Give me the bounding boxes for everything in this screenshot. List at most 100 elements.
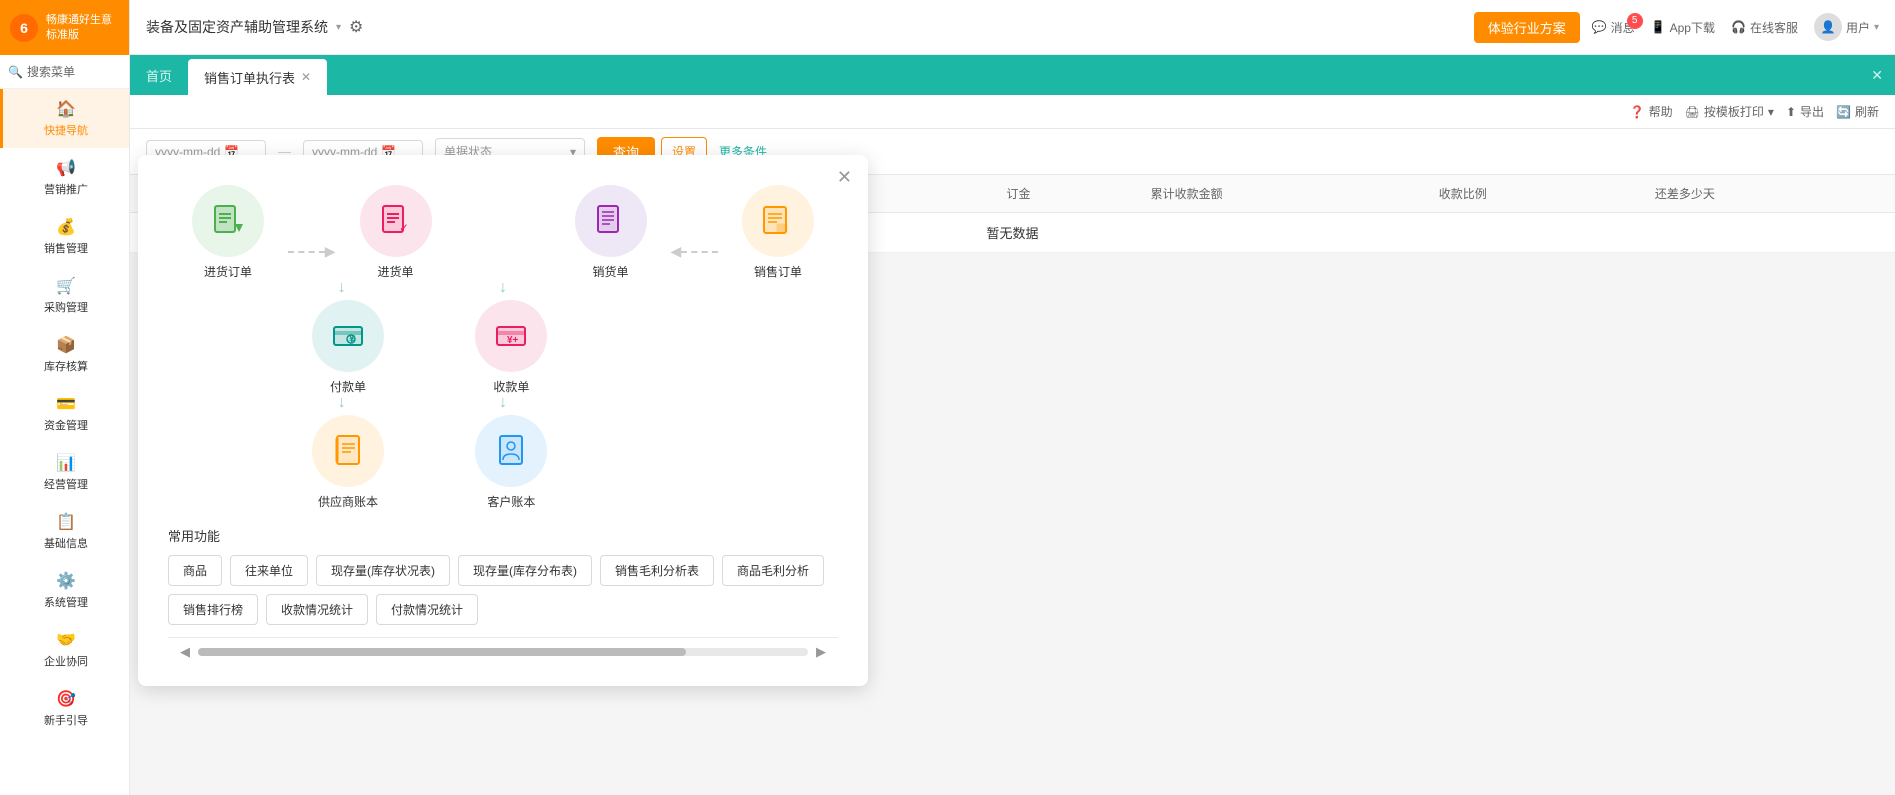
- flow-node-purchase-order[interactable]: 进货订单: [168, 185, 288, 280]
- finance-icon: 💳: [56, 394, 76, 414]
- scroll-track[interactable]: [198, 648, 808, 656]
- sidebar-item-enterprise[interactable]: 🤝 企业协同: [0, 620, 129, 679]
- flow-node-supplier-ledger[interactable]: 供应商账本: [288, 415, 408, 510]
- system-title-text: 装备及固定资产辅助管理系统: [146, 17, 328, 37]
- func-btn-receipt-stats[interactable]: 收款情况统计: [266, 594, 368, 625]
- svg-text:¥: ¥: [349, 334, 355, 345]
- flow-node-customer-ledger[interactable]: 客户账本: [451, 415, 571, 510]
- enterprise-icon: 🤝: [56, 630, 76, 650]
- system-title-chevron[interactable]: ▾: [336, 22, 341, 33]
- scroll-left-arrow[interactable]: ◀: [180, 644, 190, 660]
- quick-guide-icon: 🏠: [56, 99, 76, 119]
- scroll-right-arrow[interactable]: ▶: [816, 644, 826, 660]
- flow-node-sales-bill[interactable]: 销货单: [551, 185, 671, 280]
- sidebar-item-purchase[interactable]: 🛒 采购管理: [0, 266, 129, 325]
- system-icon: ⚙️: [56, 571, 76, 591]
- svg-text:6: 6: [20, 20, 28, 36]
- sidebar: 6 畅康通好生意 标准版 🔍 搜索菜单 🏠 快捷导航 📢 营销推广 💰 销售管理: [0, 0, 130, 795]
- search-label: 搜索菜单: [27, 63, 75, 80]
- sidebar-item-label: 资金管理: [44, 417, 88, 433]
- sales-order-circle: [742, 185, 814, 257]
- purchase-order-circle: [192, 185, 264, 257]
- settings-icon[interactable]: ⚙: [349, 17, 363, 37]
- sales-bill-circle: [575, 185, 647, 257]
- quick-guide-modal: ✕ 进货订单: [138, 155, 868, 686]
- customer-ledger-label: 客户账本: [487, 493, 535, 510]
- flow-node-sales-order[interactable]: 销售订单: [718, 185, 838, 280]
- tab-close-icon[interactable]: ✕: [301, 70, 311, 84]
- common-function-buttons-row2: 销售排行榜 收款情况统计 付款情况统计: [168, 594, 838, 625]
- sidebar-item-label: 库存核算: [44, 358, 88, 374]
- app-logo: 6 畅康通好生意 标准版: [0, 0, 129, 55]
- marketing-icon: 📢: [56, 158, 76, 178]
- supplier-ledger-circle: [312, 415, 384, 487]
- sidebar-item-finance[interactable]: 💳 资金管理: [0, 384, 129, 443]
- sidebar-item-newbie[interactable]: 🎯 新手引导: [0, 679, 129, 738]
- app-download-label: App下载: [1670, 19, 1715, 36]
- flow-node-purchase-bill[interactable]: ✓ 进货单: [336, 185, 456, 280]
- func-btn-sales-ranking[interactable]: 销售排行榜: [168, 594, 258, 625]
- message-icon: 💬: [1592, 20, 1607, 34]
- operation-icon: 📊: [56, 453, 76, 473]
- search-icon: 🔍: [8, 65, 23, 79]
- receipt-label: 收款单: [493, 378, 529, 395]
- online-service-button[interactable]: 🎧 在线客服: [1731, 19, 1798, 36]
- page-content: ❓ 帮助 🖨 按模板打印 ▾ ⬆ 导出 🔄 刷新: [130, 95, 1895, 795]
- tab-bar-close-icon[interactable]: ✕: [1871, 67, 1883, 84]
- purchase-bill-circle: ✓: [360, 185, 432, 257]
- sidebar-item-marketing[interactable]: 📢 营销推广: [0, 148, 129, 207]
- logo-text: 畅康通好生意 标准版: [46, 13, 112, 42]
- flow-node-receipt[interactable]: ¥+ 收款单: [451, 300, 571, 395]
- func-btn-stock-dist[interactable]: 现存量(库存分布表): [458, 555, 592, 586]
- purchase-icon: 🛒: [56, 276, 76, 296]
- app-download-icon: 📱: [1651, 20, 1666, 34]
- common-function-buttons: 商品 往来单位 现存量(库存状况表) 现存量(库存分布表) 销售毛利分析表 商品…: [168, 555, 838, 586]
- app-download-button[interactable]: 📱 App下载: [1651, 19, 1715, 36]
- svg-text:✓: ✓: [399, 221, 409, 235]
- sidebar-item-basic[interactable]: 📋 基础信息: [0, 502, 129, 561]
- logo-icon: 6: [8, 12, 40, 44]
- scroll-bar-area: ◀ ▶: [168, 637, 838, 666]
- common-functions: 常用功能 商品 往来单位 现存量(库存状况表) 现存量(库存分布表) 销售毛利分…: [168, 526, 838, 625]
- sidebar-item-label: 快捷导航: [44, 122, 88, 138]
- func-btn-product[interactable]: 商品: [168, 555, 222, 586]
- tab-sales-order-exec[interactable]: 销售订单执行表 ✕: [188, 59, 327, 95]
- modal-close-button[interactable]: ✕: [837, 167, 852, 188]
- sales-icon: 💰: [56, 217, 76, 237]
- tab-home[interactable]: 首页: [130, 55, 188, 95]
- user-menu[interactable]: 👤 用户 ▾: [1814, 13, 1879, 41]
- func-btn-product-gross[interactable]: 商品毛利分析: [722, 555, 824, 586]
- message-button[interactable]: 💬 消息 5: [1592, 19, 1635, 36]
- sidebar-search[interactable]: 🔍 搜索菜单: [0, 55, 129, 89]
- top-header: 装备及固定资产辅助管理系统 ▾ ⚙ 体验行业方案 💬 消息 5 📱 App下载 …: [130, 0, 1895, 55]
- arrow-purchase-order-to-bill: ▶: [288, 243, 336, 280]
- sidebar-item-system[interactable]: ⚙️ 系统管理: [0, 561, 129, 620]
- common-functions-title: 常用功能: [168, 526, 838, 545]
- sidebar-item-label: 采购管理: [44, 299, 88, 315]
- func-btn-payment-stats[interactable]: 付款情况统计: [376, 594, 478, 625]
- sidebar-item-label: 系统管理: [44, 594, 88, 610]
- sidebar-item-operation[interactable]: 📊 经营管理: [0, 443, 129, 502]
- user-avatar: 👤: [1814, 13, 1842, 41]
- main-content: 装备及固定资产辅助管理系统 ▾ ⚙ 体验行业方案 💬 消息 5 📱 App下载 …: [130, 0, 1895, 795]
- flow-node-payment[interactable]: ¥ 付款单: [288, 300, 408, 395]
- func-btn-stock-status[interactable]: 现存量(库存状况表): [316, 555, 450, 586]
- supplier-ledger-label: 供应商账本: [318, 493, 378, 510]
- flow-diagram: 进货订单 ▶ ✓: [168, 185, 838, 510]
- try-button[interactable]: 体验行业方案: [1474, 12, 1580, 43]
- sidebar-item-quick-guide[interactable]: 🏠 快捷导航: [0, 89, 129, 148]
- sidebar-item-label: 销售管理: [44, 240, 88, 256]
- purchase-order-label: 进货订单: [204, 263, 252, 280]
- arrow-sales-order-to-bill: ◀: [671, 243, 719, 280]
- receipt-circle: ¥+: [475, 300, 547, 372]
- modal-overlay: ✕ 进货订单: [130, 95, 1895, 795]
- func-btn-sales-gross[interactable]: 销售毛利分析表: [600, 555, 714, 586]
- sidebar-item-label: 基础信息: [44, 535, 88, 551]
- tab-bar: 首页 销售订单执行表 ✕ ✕: [130, 55, 1895, 95]
- user-label: 用户: [1846, 19, 1870, 36]
- system-title-area: 装备及固定资产辅助管理系统 ▾ ⚙: [146, 17, 1462, 37]
- sidebar-item-sales[interactable]: 💰 销售管理: [0, 207, 129, 266]
- svg-text:¥+: ¥+: [507, 335, 519, 346]
- sidebar-item-inventory[interactable]: 📦 库存核算: [0, 325, 129, 384]
- func-btn-trading-partner[interactable]: 往来单位: [230, 555, 308, 586]
